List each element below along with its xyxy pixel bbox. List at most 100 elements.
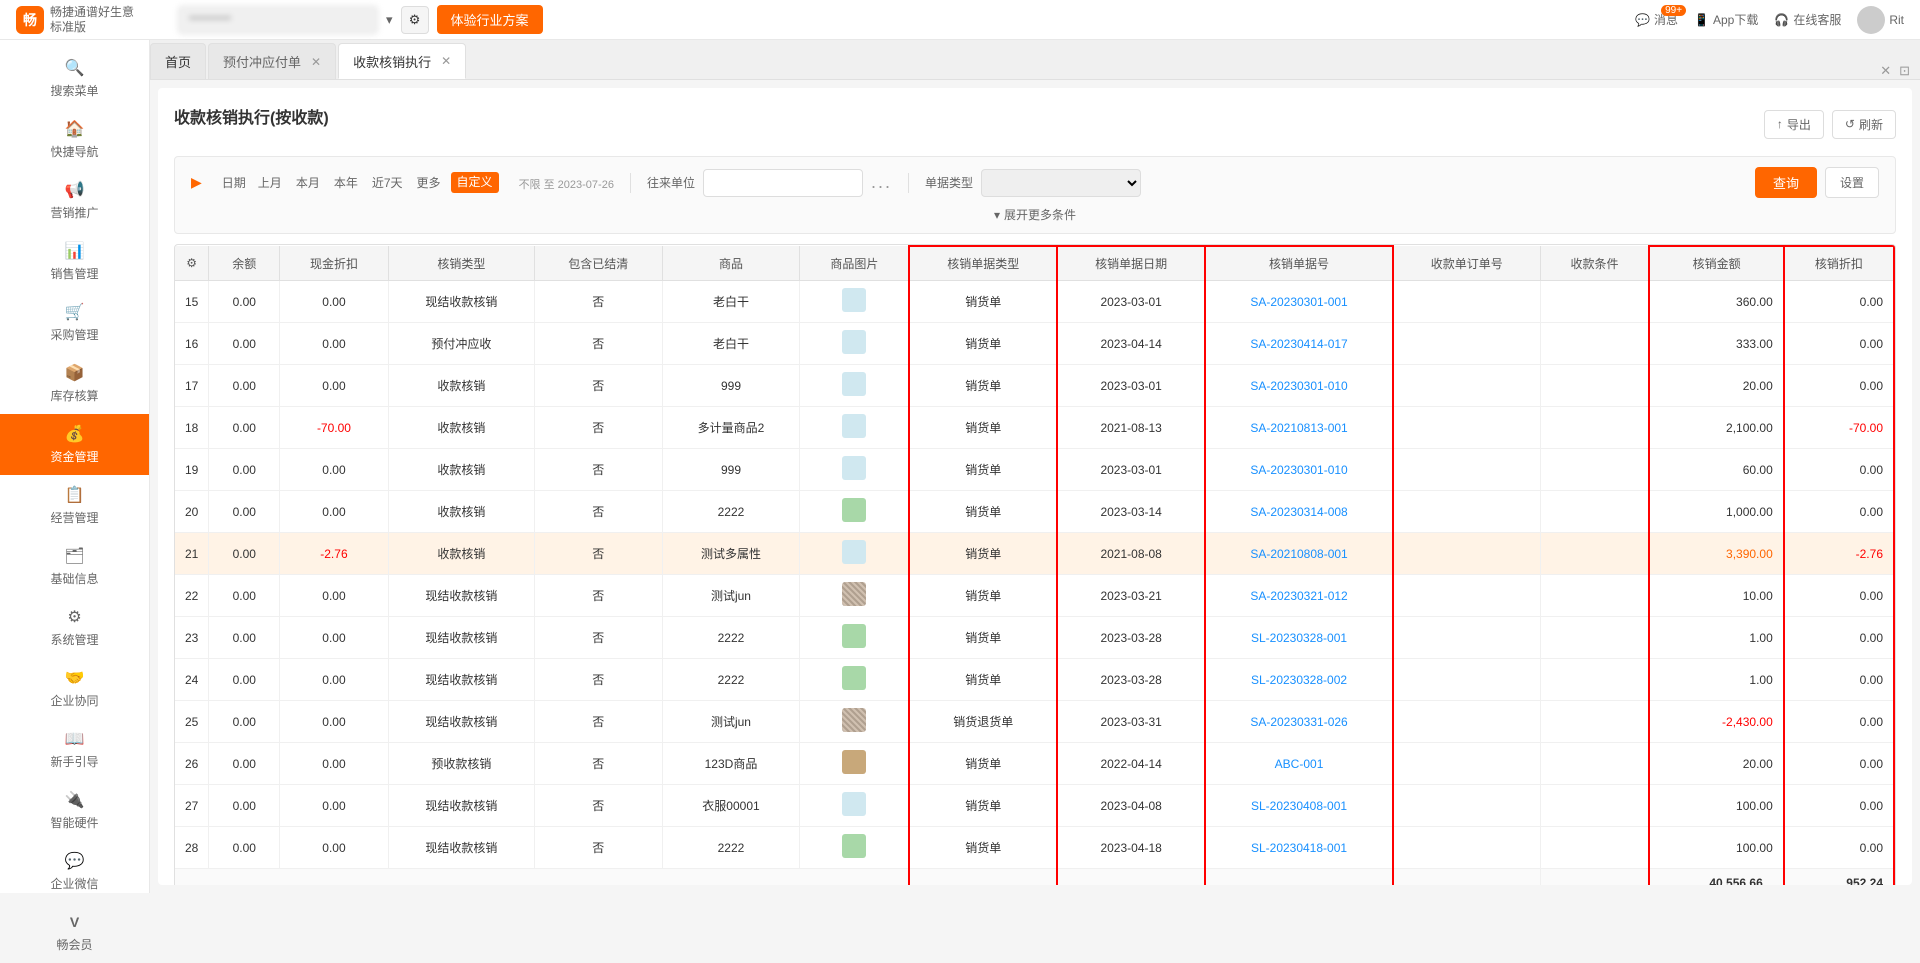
th-write-off-amount: 核销金额 <box>1649 246 1783 281</box>
row-receipt-no <box>1393 701 1540 743</box>
tab-collection[interactable]: 收款核销执行 ✕ <box>338 43 466 79</box>
app-download-btn[interactable]: 📱 App下载 <box>1694 11 1758 28</box>
row-bill-no[interactable]: ABC-001 <box>1205 743 1393 785</box>
sidebar-item-system[interactable]: ⚙ 系统管理 <box>0 597 149 658</box>
bill-no-link[interactable]: SL-20230328-001 <box>1251 631 1347 645</box>
bill-no-link[interactable]: SA-20210813-001 <box>1250 421 1347 435</box>
sidebar-item-base-info[interactable]: 🗂 基础信息 <box>0 536 149 597</box>
close-tab-icon[interactable]: ✕ <box>1880 63 1891 79</box>
row-bill-type: 销货单 <box>909 407 1057 449</box>
bill-no-link[interactable]: SA-20230321-012 <box>1250 589 1347 603</box>
bill-no-link[interactable]: SA-20230301-010 <box>1250 463 1347 477</box>
sidebar-item-member[interactable]: V 畅会员 <box>0 902 149 963</box>
row-has-settled: 否 <box>535 617 662 659</box>
row-bill-no[interactable]: SL-20230418-001 <box>1205 827 1393 869</box>
row-bill-no[interactable]: SA-20230321-012 <box>1205 575 1393 617</box>
bill-no-link[interactable]: SA-20230301-001 <box>1250 295 1347 309</box>
sidebar-item-sales[interactable]: 📊 销售管理 <box>0 231 149 292</box>
date-this-month[interactable]: 本月 <box>292 172 324 193</box>
th-settings[interactable]: ⚙ <box>175 246 209 281</box>
row-write-off-discount: 0.00 <box>1784 743 1894 785</box>
bill-no-link[interactable]: SA-20230331-026 <box>1250 715 1347 729</box>
expand-conditions-btn[interactable]: ▾ 展开更多条件 <box>994 206 1076 223</box>
bill-no-link[interactable]: SA-20230314-008 <box>1250 505 1347 519</box>
bill-no-link[interactable]: ABC-001 <box>1275 757 1324 771</box>
date-7days[interactable]: 近7天 <box>368 172 407 193</box>
export-icon: ↑ <box>1777 117 1783 131</box>
sidebar-item-guide[interactable]: 📖 新手引导 <box>0 719 149 780</box>
partner-input[interactable] <box>703 169 863 197</box>
bill-no-link[interactable]: SL-20230418-001 <box>1251 841 1347 855</box>
row-write-off-amount: 60.00 <box>1649 449 1783 491</box>
row-bill-no[interactable]: SL-20230408-001 <box>1205 785 1393 827</box>
row-bill-no[interactable]: SL-20230328-002 <box>1205 659 1393 701</box>
row-bill-no[interactable]: SL-20230328-001 <box>1205 617 1393 659</box>
export-button[interactable]: ↑ 导出 <box>1764 110 1824 139</box>
sidebar-item-search[interactable]: 🔍 搜索菜单 <box>0 48 149 109</box>
restore-icon[interactable]: ⊡ <box>1899 63 1910 79</box>
table-row: 25 0.00 0.00 现结收款核销 否 测试jun 销货退货单 2023-0… <box>175 701 1894 743</box>
row-write-off-type: 现结收款核销 <box>388 785 534 827</box>
row-bill-no[interactable]: SA-20230314-008 <box>1205 491 1393 533</box>
row-write-off-amount: 100.00 <box>1649 827 1783 869</box>
th-balance: 余额 <box>209 246 280 281</box>
sidebar-item-marketing[interactable]: 📢 营销推广 <box>0 170 149 231</box>
row-bill-no[interactable]: SA-20230301-001 <box>1205 281 1393 323</box>
th-cash-discount: 现金折扣 <box>280 246 389 281</box>
partner-dots[interactable]: ... <box>871 172 892 193</box>
sidebar-item-hardware[interactable]: 🔌 智能硬件 <box>0 780 149 841</box>
row-write-off-type: 收款核销 <box>388 365 534 407</box>
tab-bar-right: ✕ ⊡ <box>1880 63 1920 79</box>
settings-button[interactable]: ⚙ <box>401 6 429 34</box>
row-write-off-amount: 1,000.00 <box>1649 491 1783 533</box>
sidebar-item-finance[interactable]: 💰 资金管理 <box>0 414 149 475</box>
marketing-icon: 📢 <box>65 180 85 200</box>
row-bill-no[interactable]: SA-20210813-001 <box>1205 407 1393 449</box>
row-id: 18 <box>175 407 209 449</box>
bill-no-link[interactable]: SL-20230328-002 <box>1251 673 1347 687</box>
search-input-blurred[interactable]: •••••••••• <box>178 6 378 34</box>
date-custom[interactable]: 自定义 <box>451 172 499 193</box>
row-bill-no[interactable]: SA-20230301-010 <box>1205 365 1393 407</box>
date-more[interactable]: 更多 <box>413 172 445 193</box>
row-write-off-amount: 333.00 <box>1649 323 1783 365</box>
row-id: 28 <box>175 827 209 869</box>
bill-no-link[interactable]: SA-20230301-010 <box>1250 379 1347 393</box>
online-service-btn[interactable]: 🎧 在线客服 <box>1774 11 1841 28</box>
footer-receipt-no <box>1393 869 1540 886</box>
table-row: 27 0.00 0.00 现结收款核销 否 衣服00001 销货单 2023-0… <box>175 785 1894 827</box>
sidebar-item-collab[interactable]: 🤝 企业协同 <box>0 658 149 719</box>
tab-close-prepay[interactable]: ✕ <box>311 55 321 69</box>
set-button[interactable]: 设置 <box>1825 167 1879 198</box>
date-last-month[interactable]: 上月 <box>254 172 286 193</box>
row-bill-no[interactable]: SA-20230331-026 <box>1205 701 1393 743</box>
messages-badge[interactable]: 💬 消息 99+ <box>1635 11 1678 28</box>
sidebar-item-management[interactable]: 📋 经营管理 <box>0 475 149 536</box>
sidebar-item-nav[interactable]: 🏠 快捷导航 <box>0 109 149 170</box>
table-row: 28 0.00 0.00 现结收款核销 否 2222 销货单 2023-04-1… <box>175 827 1894 869</box>
sidebar-item-purchase[interactable]: 🛒 采购管理 <box>0 292 149 353</box>
date-this-year[interactable]: 本年 <box>330 172 362 193</box>
bill-no-link[interactable]: SA-20210808-001 <box>1250 547 1347 561</box>
sidebar-item-inventory[interactable]: 📦 库存核算 <box>0 353 149 414</box>
row-bill-date: 2023-04-14 <box>1057 323 1205 365</box>
query-button[interactable]: 查询 <box>1755 167 1817 198</box>
bill-no-link[interactable]: SL-20230408-001 <box>1251 799 1347 813</box>
tab-close-collection[interactable]: ✕ <box>441 54 451 68</box>
bill-no-link[interactable]: SA-20230414-017 <box>1250 337 1347 351</box>
industry-button[interactable]: 体验行业方案 <box>437 5 543 34</box>
row-bill-no[interactable]: SA-20230414-017 <box>1205 323 1393 365</box>
user-profile[interactable]: Rit <box>1857 6 1904 34</box>
tab-home[interactable]: 首页 <box>150 43 206 79</box>
bill-type-select[interactable] <box>981 169 1141 197</box>
refresh-button[interactable]: ↺ 刷新 <box>1832 110 1896 139</box>
row-bill-no[interactable]: SA-20230301-010 <box>1205 449 1393 491</box>
headset-icon: 🎧 <box>1774 13 1789 27</box>
tab-prepay[interactable]: 预付冲应付单 ✕ <box>208 43 336 79</box>
th-bill-type: 核销单据类型 <box>909 246 1057 281</box>
collapse-toggle[interactable]: ▶ <box>191 174 202 191</box>
row-bill-no[interactable]: SA-20210808-001 <box>1205 533 1393 575</box>
row-id: 21 <box>175 533 209 575</box>
dropdown-arrow-icon[interactable]: ▾ <box>386 12 393 28</box>
logo-text: 畅捷通谱好生意 标准版 <box>50 5 134 34</box>
